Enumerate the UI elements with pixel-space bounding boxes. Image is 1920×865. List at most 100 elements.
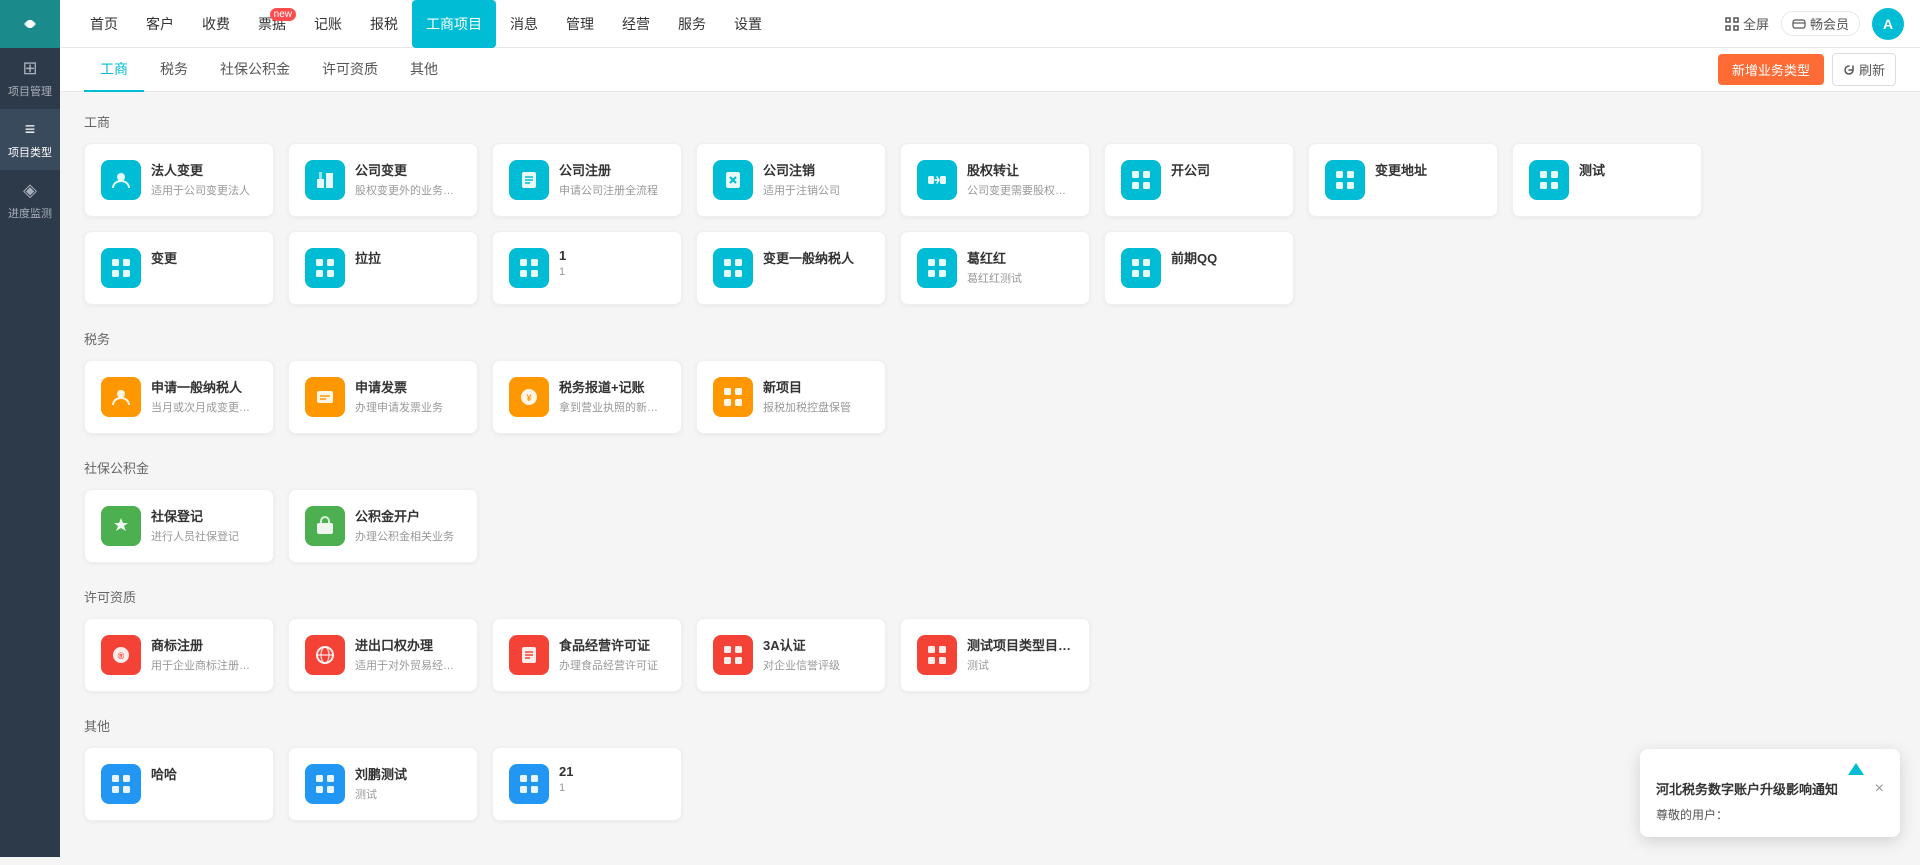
add-type-button[interactable]: 新增业务类型 (1718, 54, 1824, 85)
card-text-tax-report-accounting: 税务报道+记账 拿到营业执照的新公司 (559, 377, 665, 415)
refresh-button[interactable]: 刷新 (1832, 53, 1896, 86)
card-text-fund-account: 公积金开户 办理公积金相关业务 (355, 506, 461, 544)
card-tax-report-accounting[interactable]: ¥ 税务报道+记账 拿到营业执照的新公司 (492, 360, 682, 434)
notif-close-button[interactable]: × (1875, 781, 1884, 797)
card-desc-trademark: 用于企业商标注册服务 (151, 657, 257, 673)
nav-message[interactable]: 消息 (496, 0, 552, 48)
nav-ticket[interactable]: 票据 new (244, 0, 300, 48)
card-text-num1: 1 1 (559, 248, 665, 278)
card-change1[interactable]: 变更 (84, 231, 274, 305)
tab-tax[interactable]: 税务 (144, 48, 204, 92)
card-name-apply-invoice: 申请发票 (355, 377, 461, 396)
card-company-cancel[interactable]: 公司注销 适用于注销公司 (696, 143, 886, 217)
card-desc-company-change: 股权变更外的业务变更 (355, 182, 461, 198)
card-text-legal-change: 法人变更 适用于公司变更法人 (151, 160, 257, 198)
notif-content: 尊敬的用户： (1656, 806, 1884, 823)
card-test-type[interactable]: 测试项目类型目定义 测试 (900, 618, 1090, 692)
sidebar-item-project-manage[interactable]: ⊞ 项目管理 (0, 48, 60, 109)
nav-manage[interactable]: 管理 (552, 0, 608, 48)
card-name-company-change: 公司变更 (355, 160, 461, 179)
sidebar-item-progress-monitor[interactable]: ◈ 进度监测 (0, 170, 60, 231)
card-test1[interactable]: 测试 (1512, 143, 1702, 217)
card-qqbefore[interactable]: 前期QQ (1104, 231, 1294, 305)
tab-other[interactable]: 其他 (394, 48, 454, 92)
card-equity-transfer[interactable]: 股权转让 公司变更需要股权转让 (900, 143, 1090, 217)
card-icon-food-permit (509, 635, 549, 675)
card-name-fund-account: 公积金开户 (355, 506, 461, 525)
card-icon-company-change (305, 160, 345, 200)
card-name-change-address: 变更地址 (1375, 160, 1481, 179)
notif-header: 河北税务数字账户升级影响通知 × (1656, 779, 1884, 798)
tab-permit[interactable]: 许可资质 (306, 48, 394, 92)
avatar[interactable]: A (1872, 8, 1904, 40)
card-change-tax[interactable]: 变更一般纳税人 (696, 231, 886, 305)
card-haha[interactable]: 哈哈 (84, 747, 274, 821)
card-desc-mahonghong: 葛红红测试 (967, 270, 1073, 286)
card-name-num21: 21 (559, 764, 665, 779)
card-name-company-register: 公司注册 (559, 160, 665, 179)
nav-industry[interactable]: 工商项目 (412, 0, 496, 48)
card-text-new-project: 新项目 报税加税控盘保管 (763, 377, 869, 415)
card-name-qqbefore: 前期QQ (1171, 248, 1277, 267)
card-num21[interactable]: 21 1 (492, 747, 682, 821)
ticket-badge: new (270, 8, 296, 21)
card-desc-company-register: 申请公司注册全流程 (559, 182, 665, 198)
section-title-industry: 工商 (84, 112, 1896, 131)
card-text-food-permit: 食品经营许可证 办理食品经营许可证 (559, 635, 665, 673)
section-title-permit: 许可资质 (84, 587, 1896, 606)
card-apply-taxpayer[interactable]: 申请一般纳税人 当月或次月成变更完成 (84, 360, 274, 434)
card-text-change1: 变更 (151, 248, 257, 270)
card-change-address[interactable]: 变更地址 (1308, 143, 1498, 217)
industry-card-grid: 法人变更 适用于公司变更法人 公司变更 股权变更外的业务变更 公司注册 申请公司… (84, 143, 1896, 305)
nav-customer[interactable]: 客户 (132, 0, 188, 48)
card-food-permit[interactable]: 食品经营许可证 办理食品经营许可证 (492, 618, 682, 692)
card-mahonghong[interactable]: 葛红红 葛红红测试 (900, 231, 1090, 305)
card-icon-mahonghong (917, 248, 957, 288)
tab-industry[interactable]: 工商 (84, 48, 144, 92)
nav-tax[interactable]: 报税 (356, 0, 412, 48)
nav-settings[interactable]: 设置 (720, 0, 776, 48)
card-legal-change[interactable]: 法人变更 适用于公司变更法人 (84, 143, 274, 217)
nav-accounting[interactable]: 记账 (300, 0, 356, 48)
member-btn[interactable]: 畅会员 (1781, 11, 1860, 36)
card-open-company[interactable]: 开公司 (1104, 143, 1294, 217)
nav-home[interactable]: 首页 (76, 0, 132, 48)
fullscreen-btn[interactable]: 全屏 (1725, 14, 1769, 33)
card-company-register[interactable]: 公司注册 申请公司注册全流程 (492, 143, 682, 217)
card-3a-cert[interactable]: 3A认证 对企业信誉评级 (696, 618, 886, 692)
card-name-apply-taxpayer: 申请一般纳税人 (151, 377, 257, 396)
tab-social[interactable]: 社保公积金 (204, 48, 306, 92)
card-name-food-permit: 食品经营许可证 (559, 635, 665, 654)
nav-operation[interactable]: 经营 (608, 0, 664, 48)
sidebar-item-project-type[interactable]: ≡ 项目类型 (0, 109, 60, 170)
card-text-open-company: 开公司 (1171, 160, 1277, 182)
card-text-social-register: 社保登记 进行人员社保登记 (151, 506, 257, 544)
card-icon-num21 (509, 764, 549, 804)
card-liupeng-test[interactable]: 刘鹏测试 测试 (288, 747, 478, 821)
content-area: 工商 法人变更 适用于公司变更法人 公司变更 股权变更外的业务变更 (60, 92, 1920, 865)
nav-service[interactable]: 服务 (664, 0, 720, 48)
card-icon-legal-change (101, 160, 141, 200)
card-fund-account[interactable]: 公积金开户 办理公积金相关业务 (288, 489, 478, 563)
sidebar-item-label: 项目管理 (8, 83, 52, 99)
card-text-company-register: 公司注册 申请公司注册全流程 (559, 160, 665, 198)
card-icon-change-tax (713, 248, 753, 288)
card-new-project[interactable]: 新项目 报税加税控盘保管 (696, 360, 886, 434)
card-import-export[interactable]: 进出口权办理 适用于对外贸易经营者 (288, 618, 478, 692)
other-card-grid: 哈哈 刘鹏测试 测试 (84, 747, 1896, 821)
card-company-change[interactable]: 公司变更 股权变更外的业务变更 (288, 143, 478, 217)
card-desc-fund-account: 办理公积金相关业务 (355, 528, 461, 544)
logo[interactable] (0, 0, 60, 48)
nav-collect[interactable]: 收费 (188, 0, 244, 48)
card-lala[interactable]: 拉拉 (288, 231, 478, 305)
card-apply-invoice[interactable]: 申请发票 办理申请发票业务 (288, 360, 478, 434)
sub-nav-actions: 新增业务类型 刷新 (1718, 53, 1896, 86)
card-trademark[interactable]: ® 商标注册 用于企业商标注册服务 (84, 618, 274, 692)
card-desc-tax-report-accounting: 拿到营业执照的新公司 (559, 399, 665, 415)
card-name-mahonghong: 葛红红 (967, 248, 1073, 267)
card-text-company-cancel: 公司注销 适用于注销公司 (763, 160, 869, 198)
card-text-liupeng-test: 刘鹏测试 测试 (355, 764, 461, 802)
card-text-qqbefore: 前期QQ (1171, 248, 1277, 270)
card-num1[interactable]: 1 1 (492, 231, 682, 305)
card-social-register[interactable]: 社保登记 进行人员社保登记 (84, 489, 274, 563)
